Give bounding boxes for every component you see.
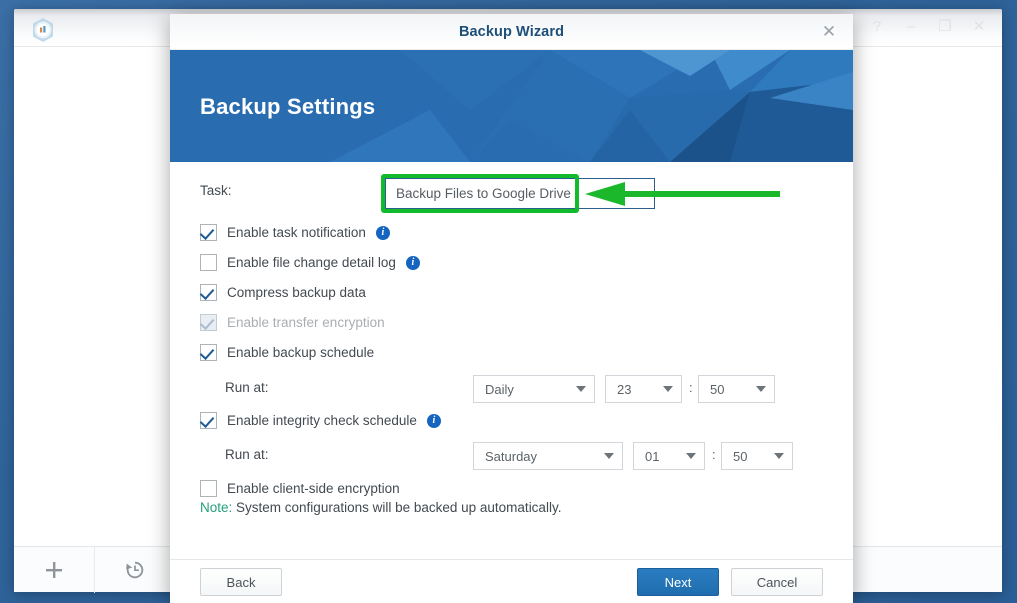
checkbox-backup-schedule[interactable] [200, 344, 217, 361]
option-label-client-side-encryption: Enable client-side encryption [227, 481, 400, 496]
background-window-controls[interactable]: ? – ❐ ✕ [868, 18, 988, 36]
backup-frequency-select[interactable]: Daily [473, 375, 595, 403]
next-button[interactable]: Next [637, 568, 719, 596]
backup-hour-value: 23 [617, 381, 632, 397]
close-icon[interactable]: ✕ [970, 18, 988, 36]
integrity-frequency-value: Saturday [485, 448, 538, 464]
option-row-compress-backup[interactable]: Compress backup data [200, 284, 366, 301]
checkbox-file-change-log[interactable] [200, 254, 217, 271]
minimize-icon[interactable]: – [902, 18, 920, 36]
option-label-backup-schedule: Enable backup schedule [227, 345, 375, 360]
info-icon[interactable]: i [405, 255, 420, 270]
banner-heading: Backup Settings [200, 94, 376, 119]
option-row-task-notification[interactable]: Enable task notification i [200, 224, 390, 241]
dialog-body: Task: Enable task notification i [170, 162, 853, 559]
option-label-transfer-encryption: Enable transfer encryption [227, 315, 385, 330]
chevron-down-icon [663, 386, 673, 392]
info-icon[interactable]: i [375, 225, 390, 240]
note-label: Note: [200, 500, 233, 515]
integrity-time-separator: : [712, 447, 716, 462]
task-name-input[interactable] [385, 178, 655, 209]
integrity-runat-label: Run at: [225, 447, 269, 462]
option-row-client-side-encryption[interactable]: Enable client-side encryption [200, 480, 400, 497]
task-label: Task: [200, 183, 232, 198]
option-row-file-change-log[interactable]: Enable file change detail log i [200, 254, 420, 271]
chevron-down-icon [756, 386, 766, 392]
help-icon[interactable]: ? [868, 18, 886, 36]
integrity-hour-value: 01 [645, 448, 660, 464]
chevron-down-icon [686, 453, 696, 459]
backup-minute-value: 50 [710, 381, 725, 397]
integrity-schedule-runat-row: Run at: Saturday 01 : 50 [170, 442, 853, 470]
dialog-footer: Back Next Cancel [170, 559, 853, 603]
backup-frequency-value: Daily [485, 381, 514, 397]
option-label-file-change-log: Enable file change detail log [227, 255, 396, 270]
checkbox-compress-backup[interactable] [200, 284, 217, 301]
chevron-down-icon [604, 453, 614, 459]
integrity-hour-select[interactable]: 01 [633, 442, 705, 470]
integrity-frequency-select[interactable]: Saturday [473, 442, 623, 470]
back-button[interactable]: Back [200, 568, 282, 596]
option-row-backup-schedule[interactable]: Enable backup schedule [200, 344, 374, 361]
chevron-down-icon [576, 386, 586, 392]
plus-icon [46, 562, 62, 578]
note-text: Note: System configurations will be back… [200, 500, 561, 515]
option-label-integrity-check: Enable integrity check schedule [227, 413, 417, 428]
option-row-integrity-check[interactable]: Enable integrity check schedule i [200, 412, 441, 429]
chevron-down-icon [774, 453, 784, 459]
cancel-button[interactable]: Cancel [731, 568, 823, 596]
backup-wizard-dialog: Backup Wizard ✕ Backup Settings Task: Ba… [170, 14, 853, 603]
integrity-minute-value: 50 [733, 448, 748, 464]
close-icon[interactable]: ✕ [817, 21, 841, 43]
integrity-minute-select[interactable]: 50 [721, 442, 793, 470]
dialog-titlebar: Backup Wizard ✕ [170, 14, 853, 50]
checkbox-task-notification[interactable] [200, 224, 217, 241]
info-icon[interactable]: i [426, 413, 441, 428]
add-task-button[interactable] [14, 547, 95, 593]
maximize-icon[interactable]: ❐ [936, 18, 954, 36]
restore-history-button[interactable] [95, 547, 176, 593]
note-body: System configurations will be backed up … [232, 500, 562, 515]
checkbox-client-side-encryption[interactable] [200, 480, 217, 497]
option-label-compress-backup: Compress backup data [227, 285, 366, 300]
backup-minute-select[interactable]: 50 [698, 375, 775, 403]
checkbox-transfer-encryption [200, 314, 217, 331]
task-row: Task: [200, 174, 823, 213]
checkbox-integrity-check[interactable] [200, 412, 217, 429]
desktop-background: ? – ❐ ✕ Backup Wizard ✕ Backup Settings … [0, 0, 1017, 603]
backup-hour-select[interactable]: 23 [605, 375, 682, 403]
hyper-backup-app-icon [30, 17, 56, 43]
option-row-transfer-encryption: Enable transfer encryption [200, 314, 385, 331]
backup-time-separator: : [689, 380, 693, 395]
history-clock-icon [126, 561, 144, 579]
dialog-banner: Backup Settings [170, 50, 853, 162]
backup-runat-label: Run at: [225, 380, 269, 395]
backup-schedule-runat-row: Run at: Daily 23 : 50 [170, 375, 853, 403]
option-label-task-notification: Enable task notification [227, 225, 366, 240]
dialog-title: Backup Wizard [458, 24, 565, 40]
